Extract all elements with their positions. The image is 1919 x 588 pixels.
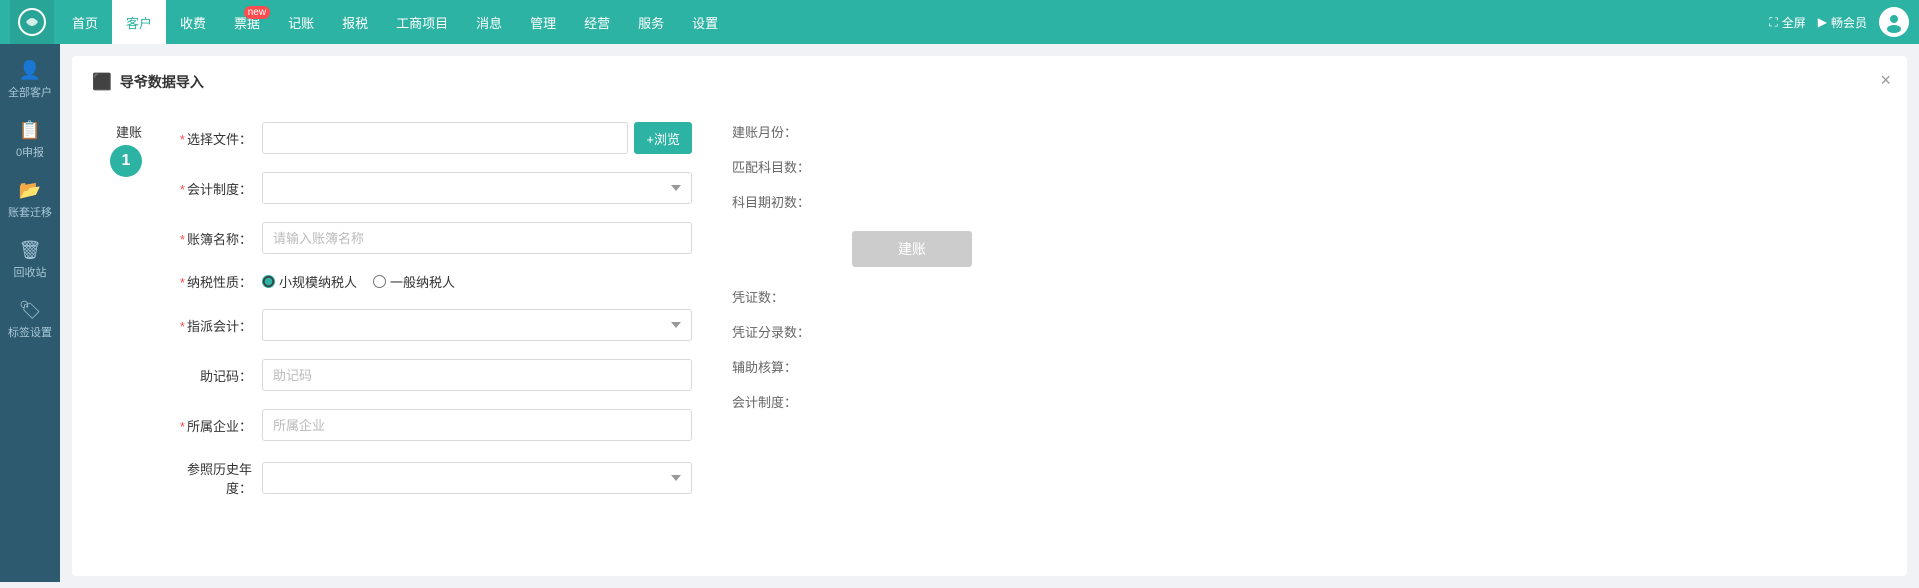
tax-type-label: 纳税性质： — [172, 272, 262, 291]
ledger-name-input[interactable] — [262, 222, 692, 254]
sidebar: 👤 全部客户 📋 0申报 📂 账套迁移 🗑 回收站 🏷 标签设置 — [0, 44, 60, 582]
select-file-label: 选择文件： — [172, 129, 262, 148]
sidebar-item-declaration[interactable]: 📋 0申报 — [0, 112, 60, 168]
nav-customer[interactable]: 客户 — [112, 0, 166, 44]
radio-general[interactable]: 一般纳税人 — [373, 272, 455, 291]
nav-bookkeeping[interactable]: 记账 — [274, 0, 328, 44]
form-right: 建账月份： 匹配科目数： 科目期初数： 建账 凭证数： 凭证分录数： 辅助核算： — [692, 122, 1092, 515]
memo-label: 助记码： — [172, 366, 262, 385]
sidebar-item-migration[interactable]: 📂 账套迁移 — [0, 172, 60, 228]
step-circle: 1 — [110, 145, 142, 177]
nav-manage[interactable]: 管理 — [516, 0, 570, 44]
radio-general-input[interactable] — [373, 275, 386, 288]
people-icon: 👤 — [19, 60, 41, 81]
row-ledger-name: 账簿名称： — [172, 222, 692, 254]
nav-tax[interactable]: 报税 — [328, 0, 382, 44]
member-btn[interactable]: ▶ 畅会员 — [1818, 14, 1867, 31]
nav-home[interactable]: 首页 — [58, 0, 112, 44]
main-content: ⬛ 导爷数据导入 × 建账 1 选择文件： +浏览 — [60, 44, 1919, 588]
row-assign-accountant: 指派会计： — [172, 309, 692, 341]
sidebar-item-all-customers[interactable]: 👤 全部客户 — [0, 52, 60, 108]
nav-right: ⛶ 全屏 ▶ 畅会员 — [1769, 7, 1909, 37]
row-reference-year: 参照历史年度： — [172, 459, 692, 497]
sidebar-item-recycle[interactable]: 🗑 回收站 — [0, 232, 60, 288]
form-left: 选择文件： +浏览 会计制度： 账簿名称： — [172, 122, 692, 515]
nav-business[interactable]: 工商项目 — [382, 0, 462, 44]
form-body: 建账 1 选择文件： +浏览 会计制度： — [92, 112, 1887, 525]
row-affiliated-company: 所属企业： — [172, 409, 692, 441]
tax-radio-group: 小规模纳税人 一般纳税人 — [262, 272, 692, 291]
fullscreen-btn[interactable]: ⛶ 全屏 — [1769, 14, 1805, 31]
page-title: 导爷数据导入 — [120, 72, 204, 92]
nav-invoice[interactable]: 票据 new — [220, 0, 274, 44]
affiliated-company-input[interactable] — [262, 409, 692, 441]
import-icon: ⬛ — [92, 72, 112, 92]
vouchers-row: 凭证数： — [732, 287, 1092, 306]
match-subjects-row: 匹配科目数： — [732, 157, 1092, 176]
nav-operation[interactable]: 经营 — [570, 0, 624, 44]
select-file-input[interactable] — [262, 122, 628, 154]
app-logo[interactable] — [10, 0, 54, 44]
close-button[interactable]: × — [1880, 70, 1891, 91]
select-file-wrap: +浏览 — [262, 122, 692, 154]
initial-subjects-row: 科目期初数： — [732, 192, 1092, 211]
assign-accountant-select[interactable] — [262, 309, 692, 341]
nav-messages[interactable]: 消息 — [462, 0, 516, 44]
assign-accountant-label: 指派会计： — [172, 316, 262, 335]
nav-menu: 首页 客户 收费 票据 new 记账 报税 工商项目 消息 管理 经营 服务 设… — [58, 0, 1769, 44]
ledger-name-label: 账簿名称： — [172, 229, 262, 248]
step-label: 建账 — [116, 122, 142, 141]
accounting-system-select[interactable] — [262, 172, 692, 204]
reference-year-select[interactable] — [262, 462, 692, 494]
accounting-system-label: 会计制度： — [172, 179, 262, 198]
build-month-row: 建账月份： — [732, 122, 1092, 141]
top-nav: 首页 客户 收费 票据 new 记账 报税 工商项目 消息 管理 经营 服务 设… — [0, 0, 1919, 44]
trash-icon: 🗑 — [19, 240, 42, 261]
row-accounting-system: 会计制度： — [172, 172, 692, 204]
row-memo: 助记码： — [172, 359, 692, 391]
radio-small-scale-input[interactable] — [262, 275, 275, 288]
nav-settings[interactable]: 设置 — [678, 0, 732, 44]
step-indicator: 建账 1 — [92, 122, 172, 515]
memo-input[interactable] — [262, 359, 692, 391]
migration-icon: 📂 — [19, 180, 41, 201]
right-accounting-system-row: 会计制度： — [732, 392, 1092, 411]
row-tax-type: 纳税性质： 小规模纳税人 一般纳税人 — [172, 272, 692, 291]
row-select-file: 选择文件： +浏览 — [172, 122, 692, 154]
card-header: ⬛ 导爷数据导入 — [92, 72, 1887, 92]
reference-year-label: 参照历史年度： — [172, 459, 262, 497]
nav-service[interactable]: 服务 — [624, 0, 678, 44]
import-card: ⬛ 导爷数据导入 × 建账 1 选择文件： +浏览 — [72, 56, 1907, 576]
avatar[interactable] — [1879, 7, 1909, 37]
affiliated-company-label: 所属企业： — [172, 416, 262, 435]
build-account-button[interactable]: 建账 — [852, 231, 972, 267]
auxiliary-accounting-row: 辅助核算： — [732, 357, 1092, 376]
nav-fee[interactable]: 收费 — [166, 0, 220, 44]
tag-icon: 🏷 — [19, 300, 42, 321]
radio-small-scale[interactable]: 小规模纳税人 — [262, 272, 357, 291]
voucher-entries-row: 凭证分录数： — [732, 322, 1092, 341]
sidebar-item-tags[interactable]: 🏷 标签设置 — [0, 292, 60, 348]
browse-button[interactable]: +浏览 — [634, 122, 692, 154]
new-badge: new — [244, 6, 270, 19]
declaration-icon: 📋 — [19, 120, 41, 141]
